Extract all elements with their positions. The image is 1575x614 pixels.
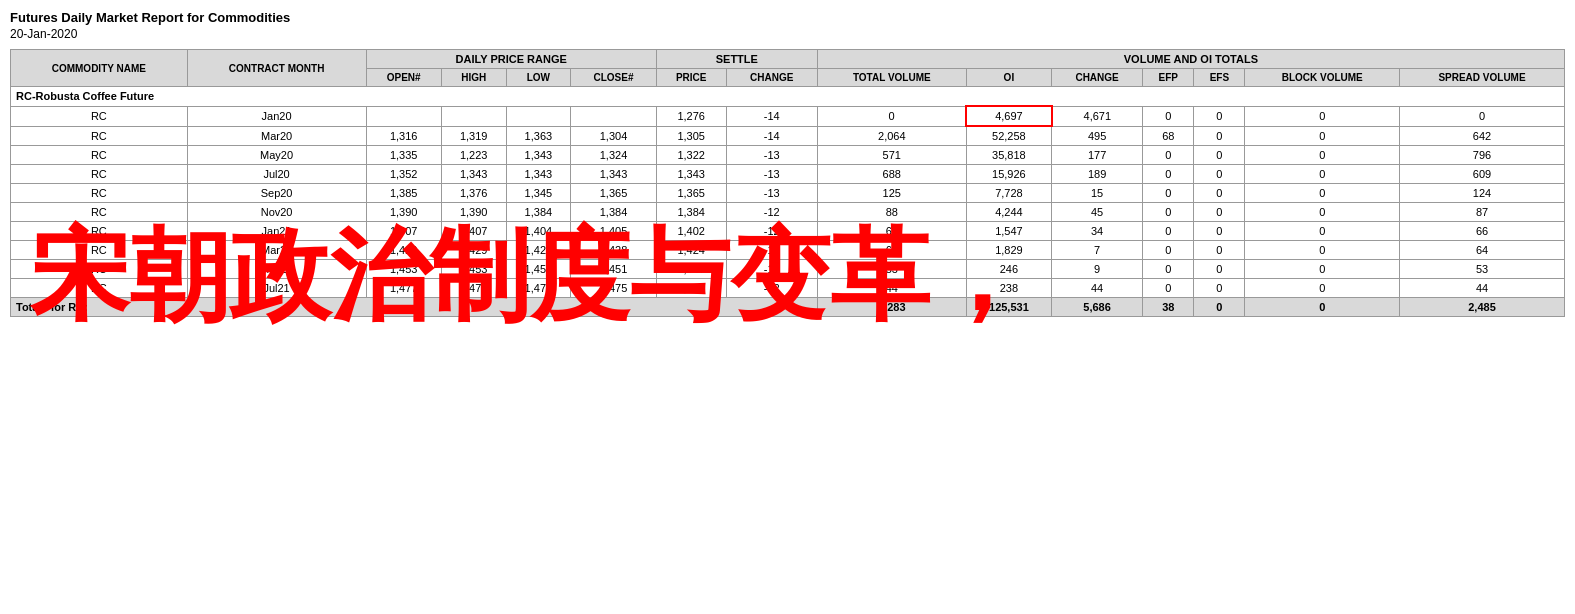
- col-header-efs: EFS: [1194, 69, 1245, 87]
- col-header-settle: SETTLE: [656, 50, 817, 69]
- table-row: RCSep201,3851,3761,3451,3651,365-131257,…: [11, 184, 1565, 203]
- table-row: RCMar201,3161,3191,3631,3041,305-142,064…: [11, 126, 1565, 146]
- col-header-commodity: COMMODITY NAME: [11, 50, 188, 87]
- table-row: RCJan211,4071,4071,4041,4051,402-12661,5…: [11, 222, 1565, 241]
- table-row: RCJan201,276-1404,6974,6710000: [11, 106, 1565, 126]
- table-row: RCMay201,3351,2231,3431,3241,322-1357135…: [11, 146, 1565, 165]
- market-table: COMMODITY NAME CONTRACT MONTH DAILY PRIC…: [10, 49, 1565, 317]
- table-row: RCJul201,3521,3431,3431,3431,343-1368815…: [11, 165, 1565, 184]
- col-header-oi: OI: [966, 69, 1051, 87]
- col-header-settle-change: CHANGE: [726, 69, 817, 87]
- col-header-efp: EFP: [1143, 69, 1194, 87]
- totals-row: Totals for RC:5,283125,5315,68638002,485: [11, 298, 1565, 317]
- col-header-daily-price: DAILY PRICE RANGE: [366, 50, 656, 69]
- col-header-contract: CONTRACT MONTH: [187, 50, 366, 87]
- col-header-spread-volume: SPREAD VOLUME: [1400, 69, 1565, 87]
- col-header-high: HIGH: [441, 69, 506, 87]
- col-header-price: PRICE: [656, 69, 726, 87]
- col-header-change: CHANGE: [1052, 69, 1143, 87]
- section-header-row: RC-Robusta Coffee Future: [11, 87, 1565, 107]
- col-header-block-volume: BLOCK VOLUME: [1245, 69, 1400, 87]
- table-row: RCMay211,4531,4531,4501,4511,447-1253246…: [11, 260, 1565, 279]
- col-header-volume-oi: VOLUME AND OI TOTALS: [817, 50, 1564, 69]
- report-title: Futures Daily Market Report for Commodit…: [10, 10, 1565, 25]
- col-header-close: CLOSE#: [571, 69, 657, 87]
- section-name: RC-Robusta Coffee Future: [11, 87, 1565, 107]
- table-row: RCNov201,3901,3901,3841,3841,384-12884,2…: [11, 203, 1565, 222]
- col-header-total-volume: TOTAL VOLUME: [817, 69, 966, 87]
- col-header-open: OPEN#: [366, 69, 441, 87]
- table-row: RCMar211,4291,4291,4261,4281,424-12641,8…: [11, 241, 1565, 260]
- table-row: RCJul211,4771,4771,4751,4751,470-1244238…: [11, 279, 1565, 298]
- col-header-low: LOW: [506, 69, 571, 87]
- report-date: 20-Jan-2020: [10, 27, 1565, 41]
